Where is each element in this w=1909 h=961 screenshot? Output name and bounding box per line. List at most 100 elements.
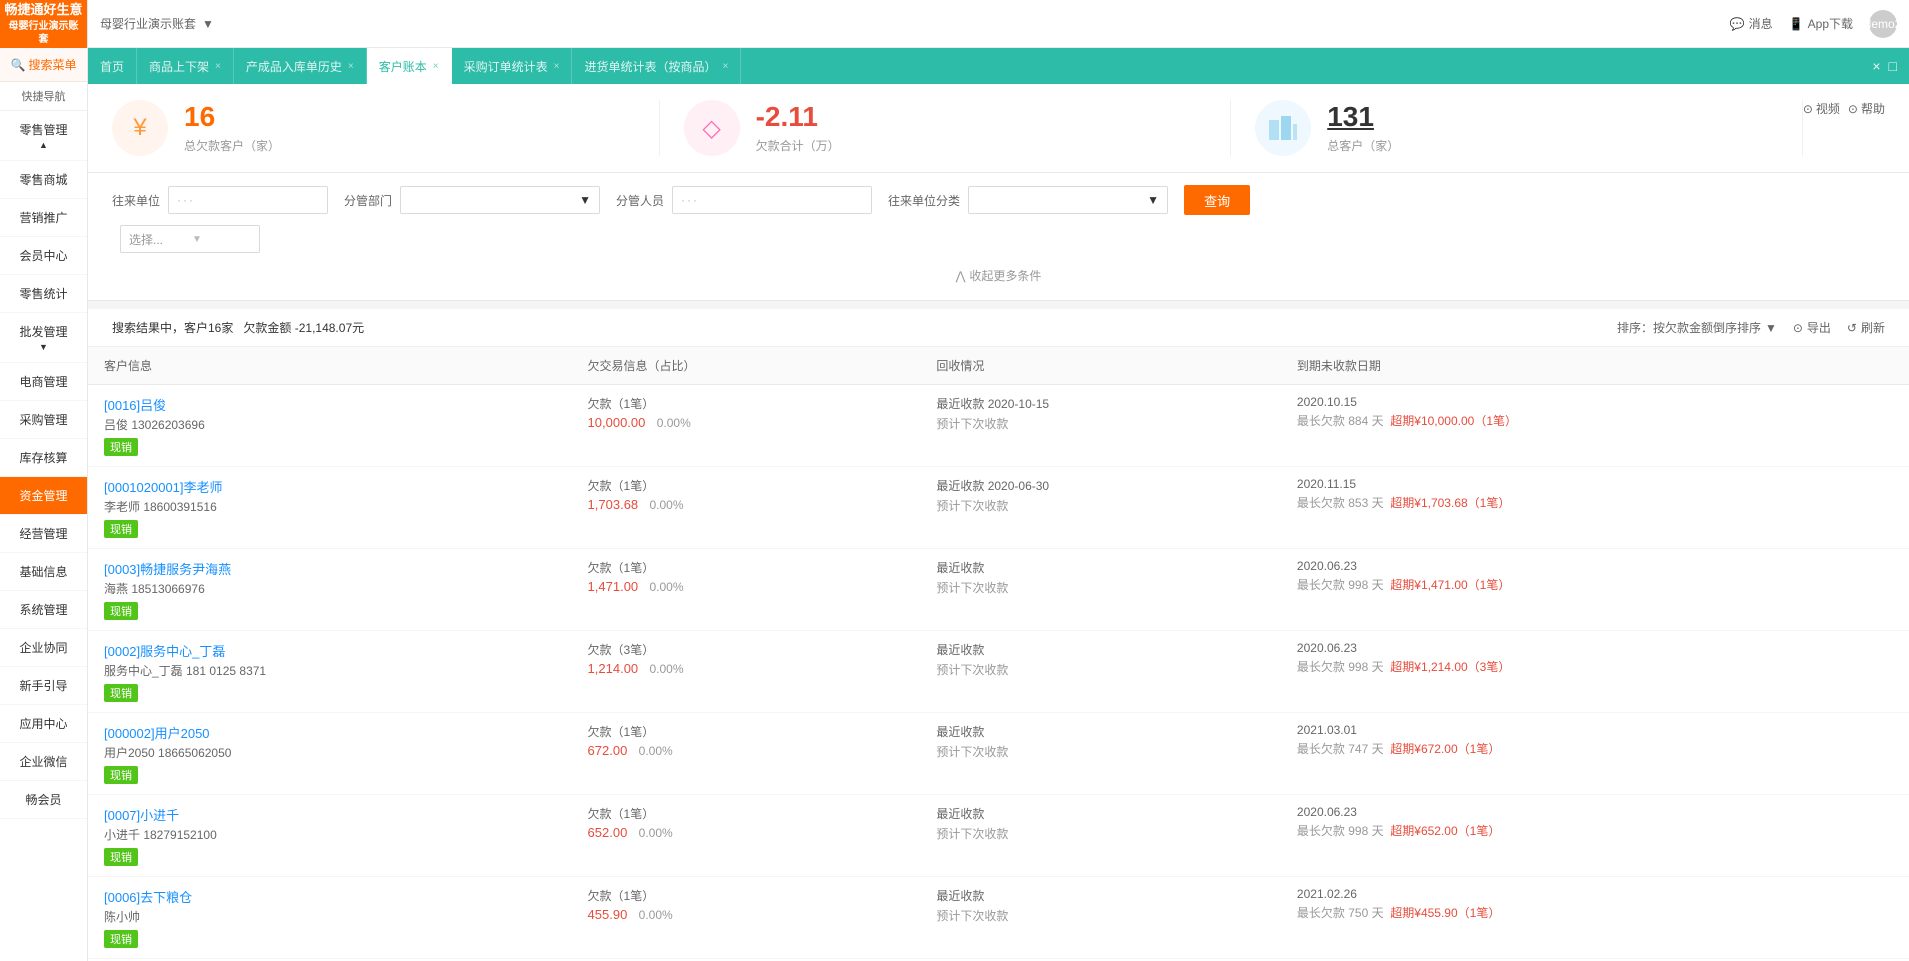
avatar[interactable]: demo2 bbox=[1869, 10, 1897, 38]
search-icon: 🔍 bbox=[10, 58, 25, 72]
sidebar-item-wholesale[interactable]: 批发管理 ▼ bbox=[0, 313, 87, 363]
sidebar-item-newbie[interactable]: 新手引导 bbox=[0, 667, 87, 705]
overdue-amount-5[interactable]: 超期¥652.00（1笔） bbox=[1390, 824, 1500, 838]
sidebar-item-changhui[interactable]: 畅会员 bbox=[0, 781, 87, 819]
chevron-down-icon-balance: ▼ bbox=[192, 234, 251, 245]
filter-select-balance[interactable]: 选择... ▼ bbox=[120, 225, 260, 253]
sidebar-item-retail-mgmt[interactable]: 零售管理 ▲ bbox=[0, 111, 87, 161]
brand-name-header: 母婴行业演示账套 bbox=[100, 15, 196, 32]
debt-count-1: 欠款（1笔） bbox=[588, 477, 905, 494]
filter-input-person[interactable]: ··· bbox=[672, 186, 872, 214]
sidebar-item-purchase[interactable]: 采购管理 bbox=[0, 401, 87, 439]
sidebar: 畅捷通好生意 母婴行业演示账套 🔍 搜索菜单 快捷导航 零售管理 ▲ 零售商城 … bbox=[0, 0, 88, 961]
sort-select[interactable]: 排序：按欠款金额倒序排序 ▼ bbox=[1617, 319, 1777, 336]
cell-customer-info-1: [0001020001]李老师 李老师 18600391516 现销 bbox=[88, 467, 572, 549]
collection-next-6: 预计下次收款 bbox=[936, 907, 1265, 924]
cell-due-date-3: 2020.06.23 最长欠款 998 天 超期¥1,214.00（3笔） bbox=[1281, 631, 1909, 713]
customer-tag-5: 现销 bbox=[104, 848, 138, 866]
sidebar-item-quicknav[interactable]: 快捷导航 bbox=[0, 82, 87, 111]
tab-production-history[interactable]: 产成品入库单历史 × bbox=[234, 48, 367, 84]
due-date-4: 2021.03.01 bbox=[1297, 723, 1893, 737]
cell-debt-info-2: 欠款（1笔） 1,471.00 0.00% bbox=[572, 549, 921, 631]
overdue-amount-2[interactable]: 超期¥1,471.00（1笔） bbox=[1390, 578, 1510, 592]
brand-dropdown-arrow[interactable]: ▼ bbox=[202, 17, 214, 31]
overdue-amount-1[interactable]: 超期¥1,703.68（1笔） bbox=[1390, 496, 1510, 510]
tab-customer-ledger[interactable]: 客户账本 × bbox=[367, 48, 452, 84]
app-download-button[interactable]: 📱 App下载 bbox=[1789, 15, 1853, 32]
stats-row: ¥ 16 总欠款客户（家） ◇ -2.11 欠款合计（万） bbox=[88, 84, 1909, 173]
total-debt-icon: ◇ bbox=[684, 100, 740, 156]
th-debt-info: 欠交易信息（占比） bbox=[572, 347, 921, 385]
message-button[interactable]: 💬 消息 bbox=[1730, 15, 1773, 32]
collapse-button[interactable]: ⋀ 收起更多条件 bbox=[956, 267, 1042, 284]
filter-select-unit-class[interactable]: ▼ bbox=[968, 186, 1168, 214]
tab-purchase-stats-product[interactable]: 进货单统计表（按商品） × bbox=[572, 48, 741, 84]
cell-collection-6: 最近收款 预计下次收款 bbox=[920, 877, 1281, 959]
customer-phone-1: 李老师 18600391516 bbox=[104, 498, 556, 515]
total-debt-number: -2.11 bbox=[756, 103, 1207, 131]
sidebar-item-member[interactable]: 会员中心 bbox=[0, 237, 87, 275]
tab-purchase-order-stats[interactable]: 采购订单统计表 × bbox=[452, 48, 573, 84]
filter-label-person: 分管人员 bbox=[616, 192, 664, 209]
sidebar-search[interactable]: 🔍 搜索菜单 bbox=[0, 48, 87, 82]
close-all-tabs-icon[interactable]: × bbox=[1872, 58, 1880, 74]
maximize-icon[interactable]: □ bbox=[1889, 58, 1897, 74]
export-button[interactable]: ⊙ 导出 bbox=[1793, 319, 1831, 336]
sidebar-item-inventory[interactable]: 库存核算 bbox=[0, 439, 87, 477]
overdue-amount-0[interactable]: 超期¥10,000.00（1笔） bbox=[1390, 414, 1517, 428]
cell-debt-info-3: 欠款（3笔） 1,214.00 0.00% bbox=[572, 631, 921, 713]
sidebar-item-marketing[interactable]: 营销推广 bbox=[0, 199, 87, 237]
customer-name-2[interactable]: [0003]畅捷服务尹海燕 bbox=[104, 559, 556, 578]
tab-close-icon[interactable]: × bbox=[215, 61, 221, 72]
table-row: [0007]小进千 小进千 18279152100 现销 欠款（1笔） 652.… bbox=[88, 795, 1909, 877]
filter-input-unit[interactable]: ··· bbox=[168, 186, 328, 214]
overdue-amount-4[interactable]: 超期¥672.00（1笔） bbox=[1390, 742, 1500, 756]
tab-window-actions: × □ bbox=[1860, 58, 1909, 74]
tab-product-listing[interactable]: 商品上下架 × bbox=[137, 48, 234, 84]
tab-home[interactable]: 首页 bbox=[88, 48, 137, 84]
sidebar-item-system[interactable]: 系统管理 bbox=[0, 591, 87, 629]
customer-name-0[interactable]: [0016]吕俊 bbox=[104, 395, 556, 414]
search-button[interactable]: 查询 bbox=[1184, 185, 1250, 215]
customer-name-3[interactable]: [0002]服务中心_丁磊 bbox=[104, 641, 556, 660]
tab-bar: 首页 商品上下架 × 产成品入库单历史 × 客户账本 × 采购订单统计表 × 进… bbox=[88, 48, 1909, 84]
customer-tag-1: 现销 bbox=[104, 520, 138, 538]
due-date-3: 2020.06.23 bbox=[1297, 641, 1893, 655]
tab-close-icon[interactable]: × bbox=[348, 61, 354, 72]
overdue-days-5: 最长欠款 998 天 超期¥652.00（1笔） bbox=[1297, 822, 1893, 839]
sidebar-item-operations[interactable]: 经营管理 bbox=[0, 515, 87, 553]
overdue-amount-6[interactable]: 超期¥455.90（1笔） bbox=[1390, 906, 1500, 920]
overdue-days-2: 最长欠款 998 天 超期¥1,471.00（1笔） bbox=[1297, 576, 1893, 593]
help-action[interactable]: ⊙ 帮助 bbox=[1848, 100, 1885, 117]
sidebar-item-enterprise-collab[interactable]: 企业协同 bbox=[0, 629, 87, 667]
sidebar-item-ecommerce[interactable]: 电商管理 bbox=[0, 363, 87, 401]
export-icon: ⊙ bbox=[1793, 321, 1803, 335]
customer-name-1[interactable]: [0001020001]李老师 bbox=[104, 477, 556, 496]
tab-close-icon[interactable]: × bbox=[433, 61, 439, 72]
refresh-button[interactable]: ↺ 刷新 bbox=[1847, 319, 1885, 336]
overdue-days-6: 最长欠款 750 天 超期¥455.90（1笔） bbox=[1297, 904, 1893, 921]
filter-item-person: 分管人员 ··· bbox=[616, 186, 872, 214]
customer-name-6[interactable]: [0006]去下粮仓 bbox=[104, 887, 556, 906]
sidebar-item-basic-info[interactable]: 基础信息 bbox=[0, 553, 87, 591]
table-body: [0016]吕俊 吕俊 13026203696 现销 欠款（1笔） 10,000… bbox=[88, 385, 1909, 961]
customer-name-4[interactable]: [000002]用户2050 bbox=[104, 723, 556, 742]
tab-close-icon[interactable]: × bbox=[722, 61, 728, 72]
cell-collection-3: 最近收款 预计下次收款 bbox=[920, 631, 1281, 713]
chevron-down-icon-2: ▼ bbox=[39, 342, 48, 352]
total-debt-label: 欠款合计（万） bbox=[756, 137, 1207, 154]
filter-row-1: 往来单位 ··· 分管部门 ▼ 分管人员 ··· bbox=[112, 185, 1885, 215]
tab-close-icon[interactable]: × bbox=[554, 61, 560, 72]
cell-collection-5: 最近收款 预计下次收款 bbox=[920, 795, 1281, 877]
view-action[interactable]: ⊙ 视频 bbox=[1803, 100, 1840, 117]
overdue-amount-3[interactable]: 超期¥1,214.00（3笔） bbox=[1390, 660, 1510, 674]
sidebar-item-retail-mall[interactable]: 零售商城 bbox=[0, 161, 87, 199]
collection-next-3: 预计下次收款 bbox=[936, 661, 1265, 678]
sidebar-item-retail-stats[interactable]: 零售统计 bbox=[0, 275, 87, 313]
sidebar-item-finance[interactable]: 资金管理 bbox=[0, 477, 87, 515]
customer-name-5[interactable]: [0007]小进千 bbox=[104, 805, 556, 824]
filter-select-dept[interactable]: ▼ bbox=[400, 186, 600, 214]
sidebar-item-enterprise-wechat[interactable]: 企业微信 bbox=[0, 743, 87, 781]
stat-info-debt-customers: 16 总欠款客户（家） bbox=[184, 103, 635, 154]
sidebar-item-app-center[interactable]: 应用中心 bbox=[0, 705, 87, 743]
